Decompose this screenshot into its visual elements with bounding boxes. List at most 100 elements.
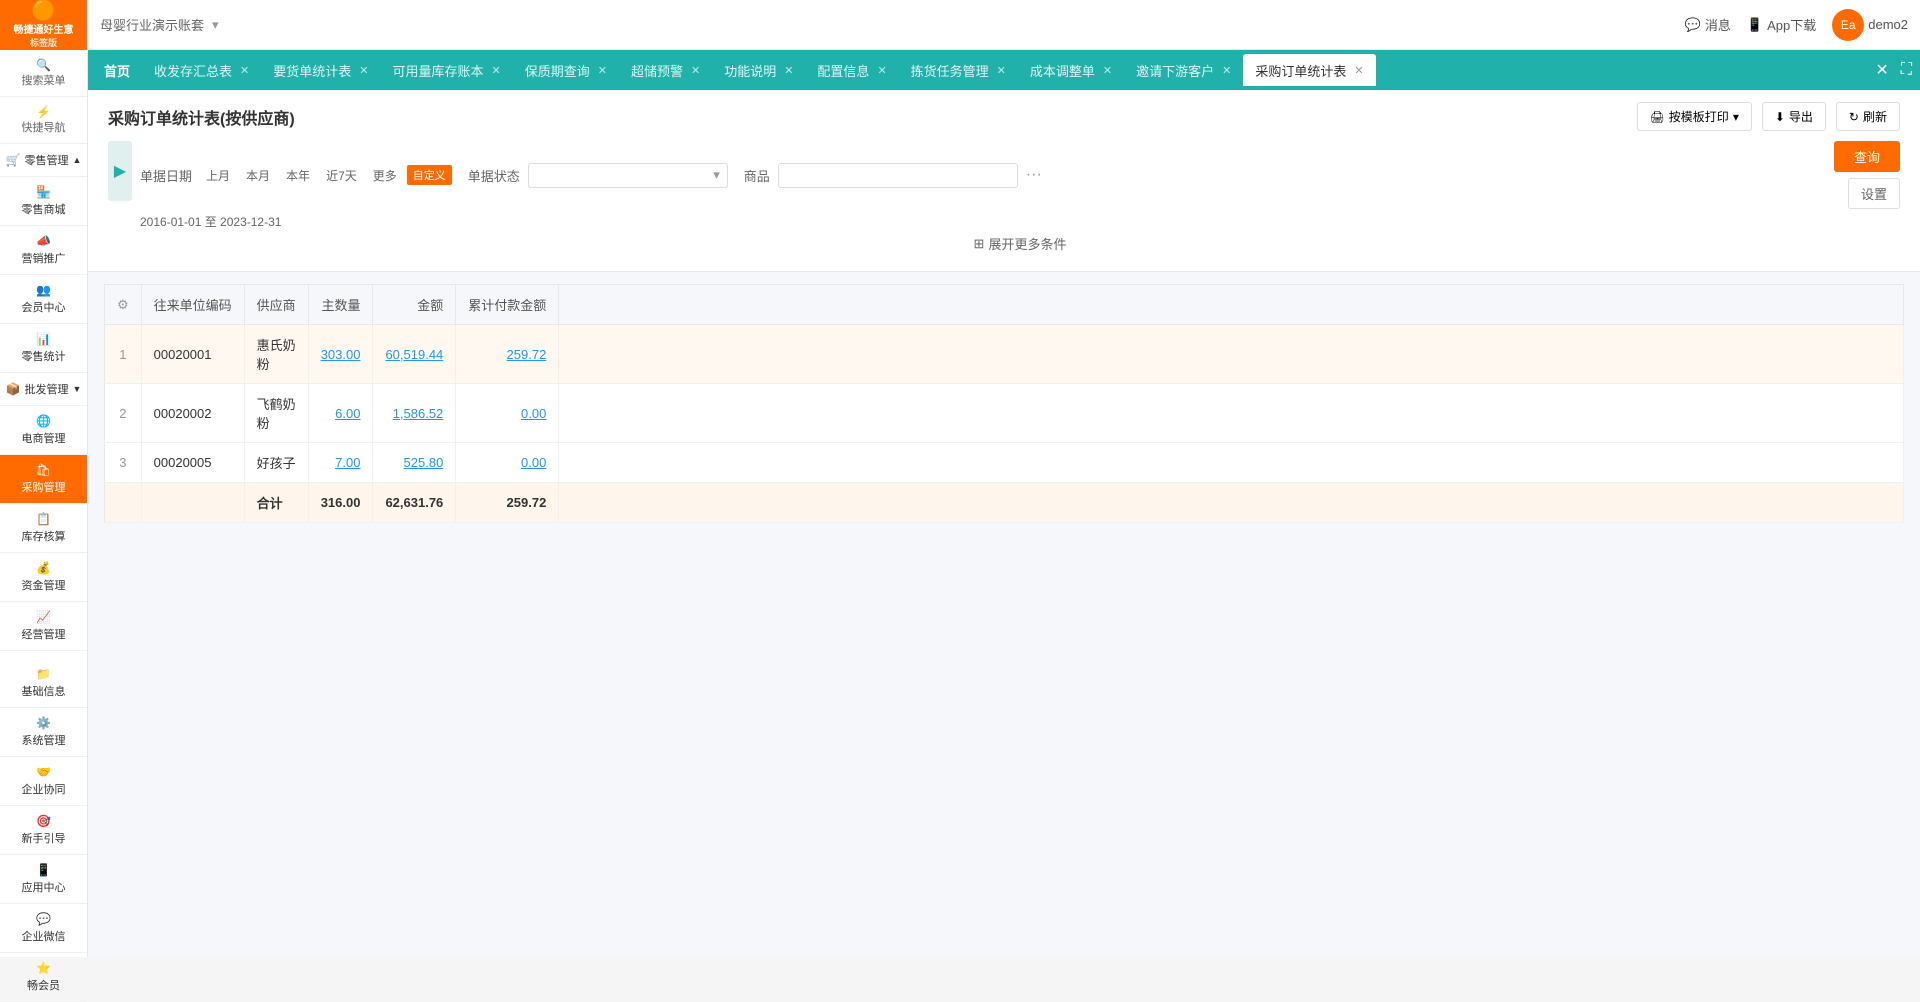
date-7days[interactable]: 近7天 (320, 165, 363, 186)
retail-stats-icon: 📊 (36, 332, 51, 346)
goods-more-btn[interactable]: ··· (1026, 166, 1042, 184)
close-all-tabs-btn[interactable]: ✕ (1871, 58, 1892, 82)
tab-order-summary[interactable]: 要货单统计表 ✕ (261, 54, 380, 86)
amount-link-3[interactable]: 525.80 (404, 455, 444, 470)
tab-invite-downstream[interactable]: 邀请下游客户 ✕ (1124, 54, 1243, 86)
sidebar-item-retail-shop[interactable]: 🏪 零售商城 (0, 177, 87, 226)
inventory-icon: 📋 (36, 512, 51, 526)
qty-link-3[interactable]: 7.00 (335, 455, 360, 470)
paid-link-3[interactable]: 0.00 (521, 455, 546, 470)
date-this-year[interactable]: 本年 (280, 165, 316, 186)
export-label: 导出 (1789, 108, 1813, 125)
date-last-month[interactable]: 上月 (200, 165, 236, 186)
settings-btn[interactable]: 设置 (1848, 178, 1900, 209)
col-extra (559, 285, 1904, 325)
message-btn[interactable]: 💬 消息 (1685, 15, 1731, 34)
query-btn[interactable]: 查询 (1834, 141, 1900, 172)
date-range-display: 2016-01-01 至 2023-12-31 (140, 213, 281, 230)
warranty-label: 保质期查询 (525, 61, 590, 80)
tab-warranty[interactable]: 保质期查询 ✕ (513, 54, 619, 86)
sidebar-item-finance[interactable]: 💰 资金管理 (0, 553, 87, 602)
close-icon-receive[interactable]: ✕ (240, 64, 249, 77)
amount-link-1[interactable]: 60,519.44 (385, 347, 443, 362)
refresh-btn[interactable]: ↻ 刷新 (1836, 102, 1900, 131)
row-supplier-2: 飞鹤奶粉 (244, 384, 308, 443)
row-paid-3: 0.00 (456, 443, 559, 483)
page-actions: 🖨 按模板打印 ▾ ⬇ 导出 ↻ 刷新 (1637, 102, 1900, 131)
sidebar-item-wholesale[interactable]: 📦 批发管理 ▼ (0, 373, 87, 406)
filter-toggle-btn[interactable]: ▶ (108, 141, 132, 201)
table-footer: 合计 316.00 62,631.76 259.72 (105, 483, 1904, 523)
sidebar-item-appcenter[interactable]: 📱 应用中心 (0, 855, 87, 904)
close-icon-config[interactable]: ✕ (877, 64, 886, 77)
sidebar-item-newguide[interactable]: 🎯 新手引导 (0, 806, 87, 855)
qty-link-1[interactable]: 303.00 (321, 347, 361, 362)
date-more[interactable]: 更多 (367, 165, 403, 186)
page-header: 采购订单统计表(按供应商) 🖨 按模板打印 ▾ ⬇ 导出 ↻ 刷新 (88, 90, 1920, 272)
close-icon-order[interactable]: ✕ (359, 64, 368, 77)
date-filter-group: 单据日期 上月 本月 本年 近7天 更多 自定义 (140, 165, 452, 186)
tab-config[interactable]: 配置信息 ✕ (805, 54, 898, 86)
close-icon-overstock[interactable]: ✕ (691, 64, 700, 77)
user-avatar-btn[interactable]: Ea demo2 (1832, 9, 1908, 41)
table-row: 1 00020001 惠氏奶粉 303.00 60,519.44 259.72 (105, 325, 1904, 384)
sidebar-item-ecommerce[interactable]: 🌐 电商管理 (0, 406, 87, 455)
sidebar-item-quick-nav[interactable]: ⚡ 快捷导航 (0, 97, 87, 144)
status-filter-group: 单据状态 (468, 163, 728, 188)
close-icon-pick[interactable]: ✕ (997, 64, 1006, 77)
goods-input[interactable] (778, 163, 1018, 188)
date-this-month[interactable]: 本月 (240, 165, 276, 186)
sidebar-item-vip[interactable]: ⭐ 畅会员 (0, 953, 87, 1002)
user-initials: Ea (1841, 18, 1856, 32)
close-icon-instructions[interactable]: ✕ (784, 64, 793, 77)
sidebar-item-wechat[interactable]: 💬 企业微信 (0, 904, 87, 953)
close-icon-invite[interactable]: ✕ (1222, 64, 1231, 77)
date-custom-badge[interactable]: 自定义 (407, 165, 452, 185)
paid-link-2[interactable]: 0.00 (521, 406, 546, 421)
table-settings-icon[interactable]: ⚙ (117, 297, 129, 312)
available-stock-label: 可用量库存账本 (392, 61, 483, 80)
status-select[interactable] (528, 163, 728, 188)
print-label: 按模板打印 (1669, 108, 1729, 125)
sidebar-item-operations[interactable]: 📈 经营管理 (0, 602, 87, 651)
row-index-2: 2 (105, 384, 142, 443)
tab-receive-summary[interactable]: 收发存汇总表 ✕ (142, 54, 261, 86)
sidebar-item-retail-stats[interactable]: 📊 零售统计 (0, 324, 87, 373)
close-icon-warranty[interactable]: ✕ (598, 64, 607, 77)
export-btn[interactable]: ⬇ 导出 (1762, 102, 1826, 131)
newguide-icon: 🎯 (36, 814, 51, 828)
tab-instructions[interactable]: 功能说明 ✕ (712, 54, 805, 86)
sidebar-item-enterprise[interactable]: 🤝 企业协同 (0, 757, 87, 806)
tab-home[interactable]: 首页 (92, 54, 142, 86)
close-icon-cost[interactable]: ✕ (1103, 64, 1112, 77)
pick-task-label: 拣货任务管理 (911, 61, 989, 80)
paid-link-1[interactable]: 259.72 (507, 347, 547, 362)
sidebar-item-members[interactable]: 👥 会员中心 (0, 275, 87, 324)
maximize-btn[interactable]: ⛶ (1897, 59, 1916, 81)
tab-overstock[interactable]: 超储预警 ✕ (619, 54, 712, 86)
print-btn[interactable]: 🖨 按模板打印 ▾ (1637, 102, 1752, 131)
data-table: ⚙ 往来单位编码 供应商 主数量 金额 累计付款金额 1 00020001 (104, 284, 1904, 523)
sidebar-item-search[interactable]: 🔍 搜索菜单 (0, 50, 87, 97)
qty-link-2[interactable]: 6.00 (335, 406, 360, 421)
close-icon-stock[interactable]: ✕ (492, 64, 501, 77)
workspace-selector[interactable]: 母婴行业演示账套 ▾ (100, 15, 219, 34)
close-icon-purchase[interactable]: ✕ (1354, 64, 1363, 77)
sidebar-item-marketing[interactable]: 📣 营销推广 (0, 226, 87, 275)
goods-filter-group: 商品 ··· (744, 163, 1042, 188)
app-subtitle: 标签版 (30, 36, 57, 49)
sidebar-item-retail[interactable]: 🛒 零售管理 ▲ (0, 144, 87, 177)
tab-cost-adjust[interactable]: 成本调整单 ✕ (1018, 54, 1124, 86)
sidebar-item-inventory[interactable]: 📋 库存核算 (0, 504, 87, 553)
amount-link-2[interactable]: 1,586.52 (393, 406, 444, 421)
sidebar-item-system[interactable]: ⚙️ 系统管理 (0, 708, 87, 757)
system-icon: ⚙️ (36, 716, 51, 730)
app-download-btn[interactable]: 📱 App下载 (1747, 15, 1816, 34)
tab-available-stock[interactable]: 可用量库存账本 ✕ (380, 54, 512, 86)
tab-pick-task[interactable]: 拣货任务管理 ✕ (899, 54, 1018, 86)
app-name: 畅捷通好生意 (14, 21, 74, 36)
sidebar-item-purchase[interactable]: 🛍 采购管理 (0, 455, 87, 504)
sidebar-item-basics[interactable]: 📁 基础信息 (0, 659, 87, 708)
expand-more-btn[interactable]: ⊞ 展开更多条件 (974, 234, 1067, 253)
tab-purchase-summary[interactable]: 采购订单统计表 ✕ (1243, 54, 1375, 86)
